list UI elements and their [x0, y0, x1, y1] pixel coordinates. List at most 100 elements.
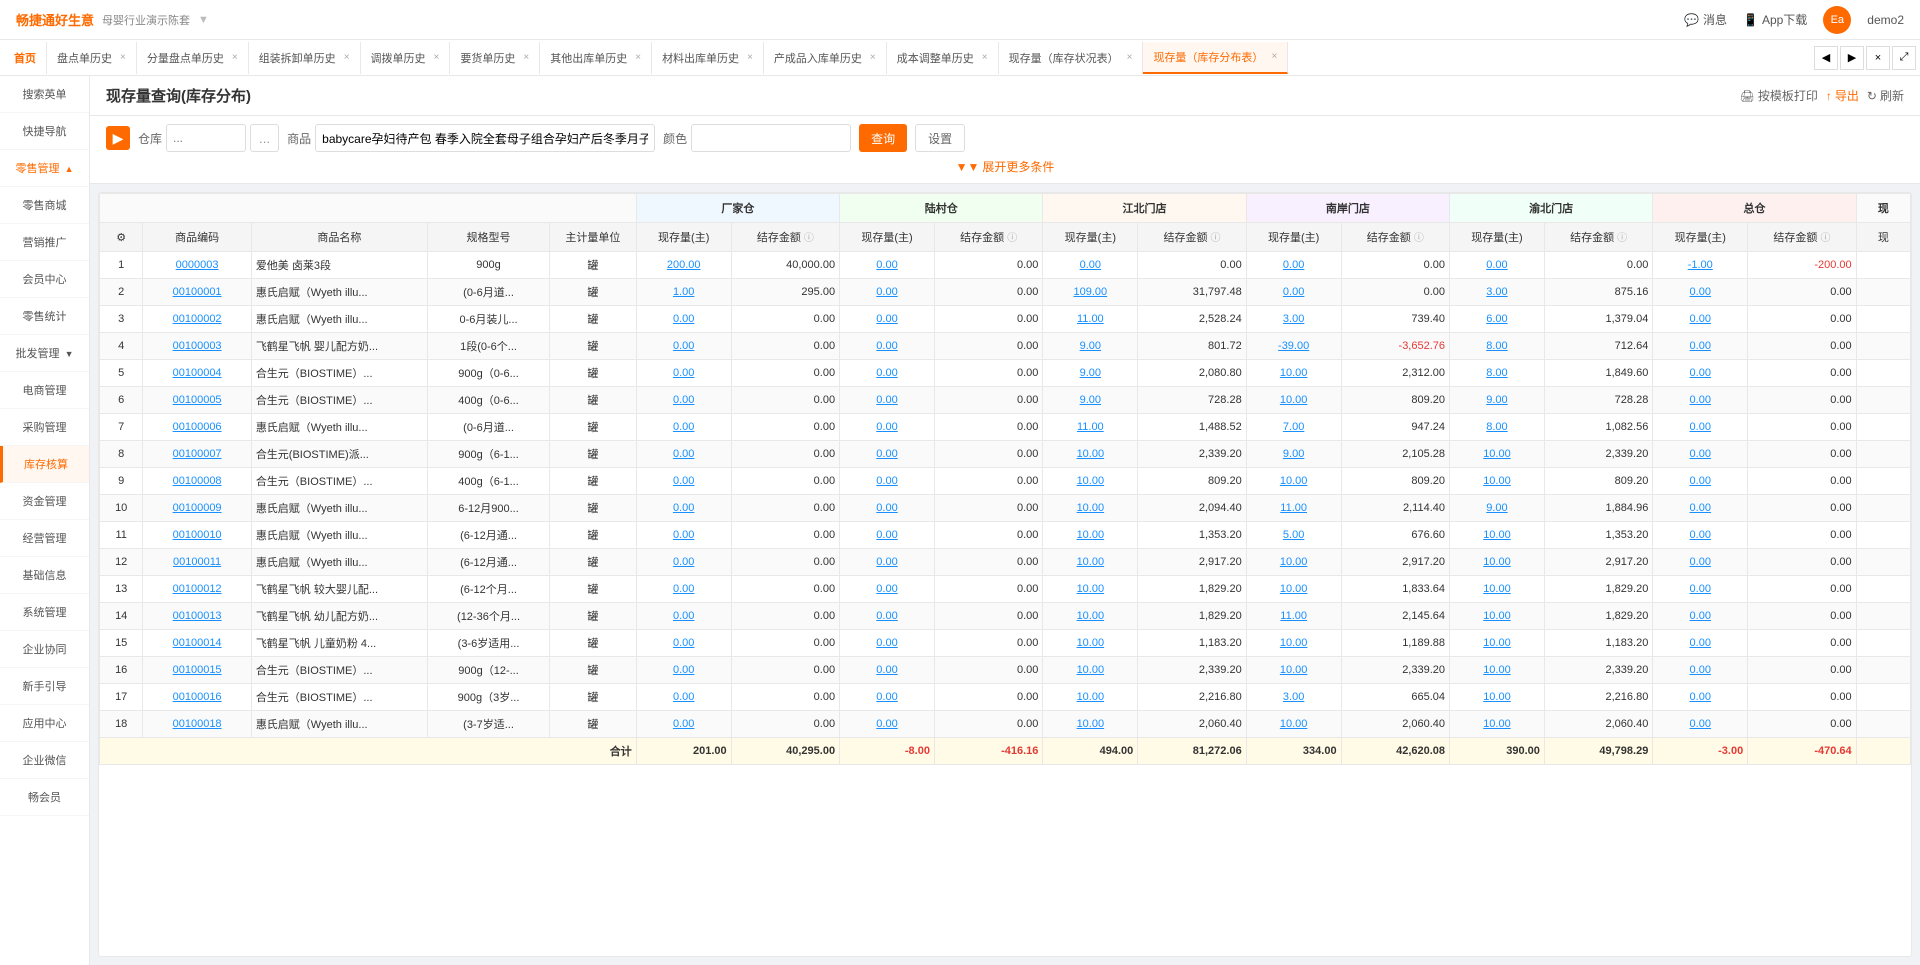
cell-nanan-qty[interactable]: 0.00: [1246, 252, 1341, 279]
close-icon[interactable]: ×: [434, 52, 440, 63]
sidebar-item-operations[interactable]: 经营管理: [0, 520, 89, 557]
query-btn[interactable]: 查询: [859, 124, 907, 152]
export-btn[interactable]: ↑ 导出: [1826, 87, 1859, 104]
close-icon[interactable]: ×: [1127, 52, 1133, 63]
cell-code[interactable]: 00100009: [143, 495, 251, 522]
cell-jiangbei-qty[interactable]: 10.00: [1043, 630, 1138, 657]
cell-factory-qty[interactable]: 0.00: [636, 711, 731, 738]
cell-factory-qty[interactable]: 0.00: [636, 549, 731, 576]
cell-code[interactable]: 00100008: [143, 468, 251, 495]
expand-more-btn[interactable]: ▼▼ 展开更多条件: [956, 158, 1055, 175]
filter-collapse-btn[interactable]: ▶: [106, 126, 130, 150]
cell-yubei-qty[interactable]: 9.00: [1450, 495, 1545, 522]
tab-diaob[interactable]: 调拨单历史 ×: [361, 42, 451, 74]
cell-factory-qty[interactable]: 1.00: [636, 279, 731, 306]
cell-total-qty[interactable]: 0.00: [1653, 360, 1748, 387]
tab-close-all-btn[interactable]: ×: [1866, 46, 1890, 70]
settings-btn[interactable]: 设置: [915, 124, 965, 152]
cell-yubei-qty[interactable]: 10.00: [1450, 711, 1545, 738]
cell-nanan-qty[interactable]: 5.00: [1246, 522, 1341, 549]
cell-yubei-qty[interactable]: 10.00: [1450, 441, 1545, 468]
cell-lucun-qty[interactable]: 0.00: [840, 495, 935, 522]
cell-jiangbei-qty[interactable]: 10.00: [1043, 495, 1138, 522]
cell-yubei-qty[interactable]: 10.00: [1450, 576, 1545, 603]
cell-nanan-qty[interactable]: 3.00: [1246, 684, 1341, 711]
cell-total-qty[interactable]: 0.00: [1653, 279, 1748, 306]
cell-jiangbei-qty[interactable]: 9.00: [1043, 360, 1138, 387]
cell-code[interactable]: 00100013: [143, 603, 251, 630]
cell-jiangbei-qty[interactable]: 10.00: [1043, 684, 1138, 711]
app-download-btn[interactable]: 📱 App下载: [1743, 11, 1807, 28]
cell-code[interactable]: 00100010: [143, 522, 251, 549]
sidebar-item-system[interactable]: 系统管理: [0, 594, 89, 631]
cell-lucun-qty[interactable]: 0.00: [840, 333, 935, 360]
cell-lucun-qty[interactable]: 0.00: [840, 522, 935, 549]
cell-lucun-qty[interactable]: 0.00: [840, 441, 935, 468]
cell-lucun-qty[interactable]: 0.00: [840, 360, 935, 387]
cell-factory-qty[interactable]: 0.00: [636, 522, 731, 549]
sidebar-item-retail-mgmt[interactable]: 零售管理 ▲: [0, 150, 89, 187]
cell-nanan-qty[interactable]: 9.00: [1246, 441, 1341, 468]
sidebar-item-quick-nav[interactable]: 快捷导航: [0, 113, 89, 150]
tab-next-btn[interactable]: ▶: [1840, 46, 1864, 70]
cell-factory-qty[interactable]: 0.00: [636, 387, 731, 414]
cell-factory-qty[interactable]: 0.00: [636, 576, 731, 603]
sidebar-item-retail-stats[interactable]: 零售统计: [0, 298, 89, 335]
cell-jiangbei-qty[interactable]: 10.00: [1043, 576, 1138, 603]
sidebar-item-basic-info[interactable]: 基础信息: [0, 557, 89, 594]
cell-jiangbei-qty[interactable]: 11.00: [1043, 306, 1138, 333]
tab-cailiaochu[interactable]: 材料出库单历史 ×: [652, 42, 764, 74]
tab-expand-btn[interactable]: ⤢: [1892, 46, 1916, 70]
cell-lucun-qty[interactable]: 0.00: [840, 279, 935, 306]
cell-nanan-qty[interactable]: 7.00: [1246, 414, 1341, 441]
cell-total-qty[interactable]: 0.00: [1653, 387, 1748, 414]
tab-zuhe[interactable]: 组装拆卸单历史 ×: [249, 42, 361, 74]
username[interactable]: demo2: [1867, 13, 1904, 27]
cell-nanan-qty[interactable]: -39.00: [1246, 333, 1341, 360]
cell-lucun-qty[interactable]: 0.00: [840, 630, 935, 657]
tab-prev-btn[interactable]: ◀: [1814, 46, 1838, 70]
tab-chengpin[interactable]: 产成品入库单历史 ×: [764, 42, 887, 74]
cell-code[interactable]: 00100002: [143, 306, 251, 333]
sidebar-item-finance[interactable]: 资金管理: [0, 483, 89, 520]
cell-code[interactable]: 00100007: [143, 441, 251, 468]
cell-code[interactable]: 00100018: [143, 711, 251, 738]
sidebar-item-wholesale[interactable]: 批发管理 ▼: [0, 335, 89, 372]
cell-nanan-qty[interactable]: 11.00: [1246, 603, 1341, 630]
cell-nanan-qty[interactable]: 10.00: [1246, 468, 1341, 495]
cell-factory-qty[interactable]: 0.00: [636, 441, 731, 468]
cell-yubei-qty[interactable]: 10.00: [1450, 468, 1545, 495]
cell-total-qty[interactable]: 0.00: [1653, 630, 1748, 657]
close-icon[interactable]: ×: [1271, 51, 1277, 62]
close-icon[interactable]: ×: [344, 52, 350, 63]
sidebar-item-ecommerce[interactable]: 电商管理: [0, 372, 89, 409]
cell-total-qty[interactable]: 0.00: [1653, 576, 1748, 603]
cell-yubei-qty[interactable]: 10.00: [1450, 657, 1545, 684]
cell-code[interactable]: 00100016: [143, 684, 251, 711]
sidebar-item-wechat[interactable]: 企业微信: [0, 742, 89, 779]
refresh-btn[interactable]: ↻ 刷新: [1867, 87, 1904, 104]
table-container[interactable]: 厂家仓 陆村仓 江北门店 南岸门店 渝北门店 总仓 现 ⚙ 商品编码 商品名称 …: [98, 192, 1912, 957]
cell-factory-qty[interactable]: 0.00: [636, 333, 731, 360]
cell-yubei-qty[interactable]: 3.00: [1450, 279, 1545, 306]
sidebar-item-retail-mall[interactable]: 零售商城: [0, 187, 89, 224]
sidebar-item-enterprise[interactable]: 企业协同: [0, 631, 89, 668]
cell-yubei-qty[interactable]: 10.00: [1450, 603, 1545, 630]
cell-yubei-qty[interactable]: 10.00: [1450, 684, 1545, 711]
cell-yubei-qty[interactable]: 10.00: [1450, 522, 1545, 549]
close-icon[interactable]: ×: [523, 52, 529, 63]
cell-total-qty[interactable]: 0.00: [1653, 522, 1748, 549]
cell-code[interactable]: 0000003: [143, 252, 251, 279]
cell-factory-qty[interactable]: 0.00: [636, 360, 731, 387]
cell-code[interactable]: 00100003: [143, 333, 251, 360]
cell-factory-qty[interactable]: 0.00: [636, 495, 731, 522]
tab-yaohuo[interactable]: 要货单历史 ×: [450, 42, 540, 74]
sidebar-item-apps[interactable]: 应用中心: [0, 705, 89, 742]
cell-yubei-qty[interactable]: 8.00: [1450, 360, 1545, 387]
message-btn[interactable]: 💬 消息: [1684, 11, 1727, 28]
tab-qitachu[interactable]: 其他出库单历史 ×: [540, 42, 652, 74]
warehouse-input[interactable]: [166, 124, 246, 152]
cell-nanan-qty[interactable]: 0.00: [1246, 279, 1341, 306]
cell-lucun-qty[interactable]: 0.00: [840, 414, 935, 441]
cell-total-qty[interactable]: 0.00: [1653, 441, 1748, 468]
